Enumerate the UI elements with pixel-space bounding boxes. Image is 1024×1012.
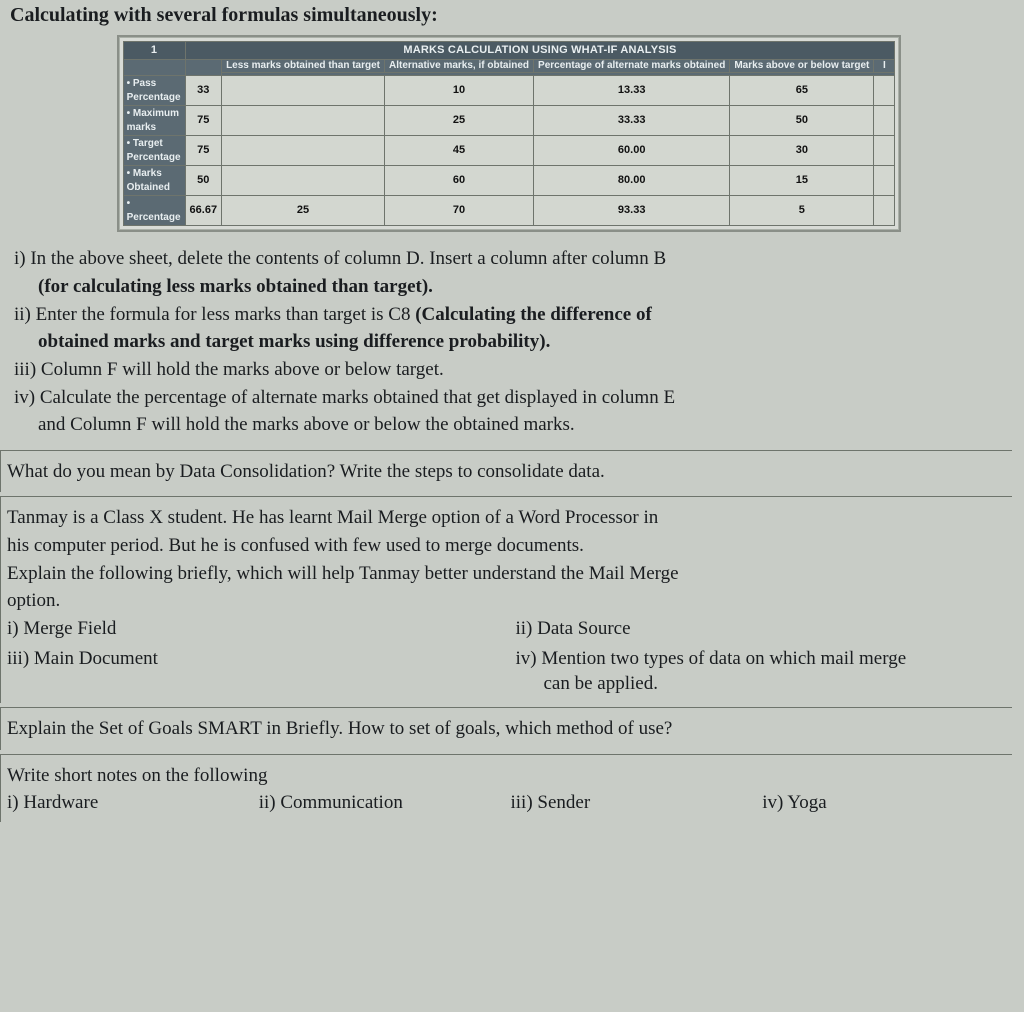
cell-e: 80.00 [534, 166, 730, 196]
header-blank-1 [123, 59, 185, 76]
row-label: • Marks Obtained [123, 166, 185, 196]
cell-blank [874, 76, 895, 106]
cell-b: 75 [185, 106, 222, 136]
cell-blank [874, 196, 895, 226]
spreadsheet-figure: 1 MARKS CALCULATION USING WHAT-IF ANALYS… [6, 35, 1012, 232]
cell-b: 50 [185, 166, 222, 196]
q1-ii-b: (Calculating the difference of [415, 304, 652, 325]
table-row: • Marks Obtained 50 60 80.00 15 [123, 166, 895, 196]
cell-d: 10 [385, 76, 534, 106]
q5-ii: ii) Communication [259, 790, 501, 816]
header-c: Less marks obtained than target [222, 59, 385, 73]
q1-iii: iii) Column F will hold the marks above … [14, 357, 1004, 383]
q1-iv: iv) Calculate the percentage of alternat… [14, 385, 1004, 411]
row-label: • Percentage [123, 196, 185, 226]
q3-iv-b: can be applied. [516, 673, 658, 694]
spreadsheet-title-row: 1 MARKS CALCULATION USING WHAT-IF ANALYS… [123, 42, 895, 60]
row-label: • Target Percentage [123, 136, 185, 166]
q5-head: Write short notes on the following [7, 763, 1004, 789]
spreadsheet: 1 MARKS CALCULATION USING WHAT-IF ANALYS… [117, 35, 902, 232]
question-block-2: What do you mean by Data Consolidation? … [0, 450, 1012, 493]
q3-p2: his computer period. But he is confused … [7, 533, 1004, 559]
q3-i: i) Merge Field [7, 616, 496, 642]
q1-ii: ii) Enter the formula for less marks tha… [14, 302, 1004, 328]
cell-f: 50 [730, 106, 874, 136]
q3-options-row1: i) Merge Field ii) Data Source [7, 616, 1004, 642]
q1-iv-a: Calculate the percentage of alternate ma… [40, 387, 675, 408]
q1-ii-a: Enter the formula for less marks than ta… [36, 304, 416, 325]
col-i-marker: I [874, 59, 895, 73]
q1-ii-c: obtained marks and target marks using di… [14, 329, 1004, 355]
document-page: Calculating with several formulas simult… [0, 0, 1024, 842]
cell-c [222, 136, 385, 166]
q5-iii: iii) Sender [511, 790, 753, 816]
table-row: • Percentage 66.67 25 70 93.33 5 [123, 196, 895, 226]
q4-text: Explain the Set of Goals SMART in Briefl… [7, 716, 1004, 742]
header-blank-2 [185, 59, 222, 76]
header-d: Alternative marks, if obtained [385, 59, 534, 73]
q3-iii: iii) Main Document [7, 646, 496, 697]
cell-c [222, 166, 385, 196]
q3-p3: Explain the following briefly, which wil… [7, 561, 1004, 587]
q3-options-row2: iii) Main Document iv) Mention two types… [7, 646, 1004, 697]
question-block-4: Explain the Set of Goals SMART in Briefl… [0, 707, 1012, 750]
page-heading: Calculating with several formulas simult… [6, 0, 1012, 31]
q3-iv-a: iv) Mention two types of data on which m… [516, 648, 907, 669]
table-row: • Target Percentage 75 45 60.00 30 [123, 136, 895, 166]
row-label: • Pass Percentage [123, 76, 185, 106]
cell-blank [874, 106, 895, 136]
cell-c [222, 106, 385, 136]
q3-p4: option. [7, 588, 1004, 614]
cell-d: 60 [385, 166, 534, 196]
q1-iii-text: Column F will hold the marks above or be… [41, 359, 444, 380]
q1-iv-b: and Column F will hold the marks above o… [14, 412, 1004, 438]
spreadsheet-title: MARKS CALCULATION USING WHAT-IF ANALYSIS [185, 42, 895, 60]
cell-blank [874, 166, 895, 196]
q1-i: i) In the above sheet, delete the conten… [14, 246, 1004, 272]
q2-text: What do you mean by Data Consolidation? … [7, 459, 1004, 485]
cell-f: 15 [730, 166, 874, 196]
q5-iv: iv) Yoga [762, 790, 1004, 816]
cell-d: 70 [385, 196, 534, 226]
q3-ii: ii) Data Source [516, 616, 1005, 642]
cell-f: 65 [730, 76, 874, 106]
spreadsheet-header-row: Less marks obtained than target Alternat… [123, 59, 895, 73]
row-marker: 1 [123, 42, 185, 60]
question-block-5: Write short notes on the following i) Ha… [0, 754, 1012, 822]
cell-b: 66.67 [185, 196, 222, 226]
cell-d: 25 [385, 106, 534, 136]
spreadsheet-table: 1 MARKS CALCULATION USING WHAT-IF ANALYS… [123, 41, 896, 226]
cell-e: 33.33 [534, 106, 730, 136]
cell-e: 93.33 [534, 196, 730, 226]
table-row: • Pass Percentage 33 10 13.33 65 [123, 76, 895, 106]
question-block-3: Tanmay is a Class X student. He has lear… [0, 496, 1012, 702]
q1-i-b: (for calculating less marks obtained tha… [14, 274, 1004, 300]
table-row: • Maximum marks 75 25 33.33 50 [123, 106, 895, 136]
cell-d: 45 [385, 136, 534, 166]
q5-i: i) Hardware [7, 790, 249, 816]
cell-b: 75 [185, 136, 222, 166]
cell-e: 13.33 [534, 76, 730, 106]
row-label: • Maximum marks [123, 106, 185, 136]
q3-iv: iv) Mention two types of data on which m… [516, 646, 1005, 697]
question-block-1: i) In the above sheet, delete the conten… [6, 242, 1012, 445]
cell-blank [874, 136, 895, 166]
cell-f: 30 [730, 136, 874, 166]
header-f: Marks above or below target [730, 59, 874, 73]
cell-c [222, 76, 385, 106]
header-e: Percentage of alternate marks obtained [534, 59, 730, 73]
cell-b: 33 [185, 76, 222, 106]
cell-e: 60.00 [534, 136, 730, 166]
q3-p1: Tanmay is a Class X student. He has lear… [7, 505, 1004, 531]
cell-c: 25 [222, 196, 385, 226]
q5-options: i) Hardware ii) Communication iii) Sende… [7, 790, 1004, 816]
q4-span: Explain the Set of Goals SMART in Briefl… [7, 718, 672, 739]
q1-i-text: In the above sheet, delete the contents … [30, 248, 666, 269]
cell-f: 5 [730, 196, 874, 226]
